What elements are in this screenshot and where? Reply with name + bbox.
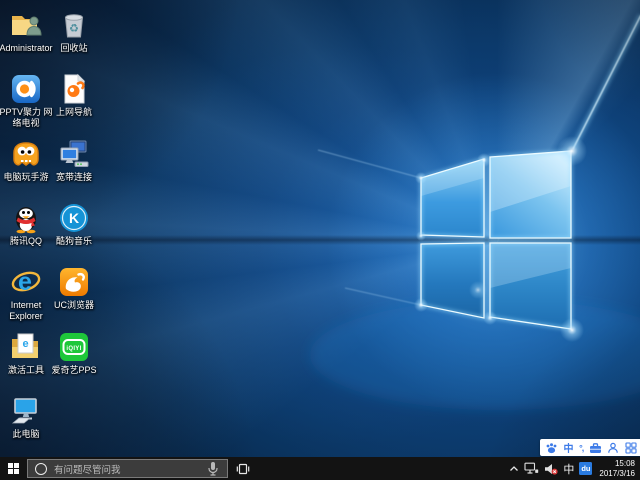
svg-text:e: e bbox=[18, 268, 32, 296]
desktop-icon-label: UC浏览器 bbox=[54, 300, 94, 311]
ime-chinese-mode-toggle[interactable]: 中 bbox=[563, 440, 573, 455]
volume-muted-icon bbox=[544, 463, 558, 475]
uc-browser-icon bbox=[57, 265, 91, 299]
ime-toolbar: 中 °, bbox=[540, 439, 640, 456]
user-folder-icon bbox=[9, 8, 43, 42]
desktop-icon-this-pc[interactable]: 此电脑 bbox=[0, 394, 54, 440]
desktop-icon-web-nav[interactable]: 上网导航 bbox=[46, 72, 102, 118]
system-tray: 中 du 15:08 2017/3/16 bbox=[509, 457, 640, 480]
ime-toolbox-icon[interactable] bbox=[589, 442, 602, 454]
desktop-icon-label: 电脑玩手游 bbox=[3, 172, 48, 183]
task-view-button[interactable] bbox=[228, 457, 258, 480]
internet-explorer-icon: e bbox=[9, 265, 43, 299]
this-pc-icon bbox=[9, 394, 43, 428]
desktop-icon-broadband[interactable]: 宽带连接 bbox=[46, 137, 102, 183]
svg-text:♻: ♻ bbox=[69, 23, 79, 35]
desktop-icon-iqiyi[interactable]: iQIYI 爱奇艺PPS bbox=[46, 330, 102, 376]
taskbar: 有问题尽管问我 bbox=[0, 457, 640, 480]
volume-button[interactable] bbox=[544, 463, 558, 475]
desktop-icon-label: 酷狗音乐 bbox=[56, 236, 92, 247]
search-placeholder-text: 有问题尽管问我 bbox=[54, 462, 206, 476]
desktop-icon-label: Administrator bbox=[0, 43, 53, 54]
svg-text:e: e bbox=[22, 338, 28, 350]
network-icon bbox=[524, 462, 539, 475]
ime-apps-grid-icon[interactable] bbox=[625, 442, 637, 454]
desktop-icon-label: 回收站 bbox=[60, 43, 87, 54]
tray-date: 2017/3/16 bbox=[599, 469, 635, 479]
game-monster-icon bbox=[9, 137, 43, 171]
desktop-icon-label: 激活工具 bbox=[8, 365, 44, 376]
chevron-up-icon bbox=[509, 465, 519, 473]
tray-expand-button[interactable] bbox=[509, 465, 519, 473]
desktop-icon-label: 此电脑 bbox=[12, 429, 39, 440]
cortana-icon bbox=[35, 463, 47, 475]
ime-punctuation-toggle[interactable]: °, bbox=[579, 443, 583, 453]
desktop-icon-label: 爱奇艺PPS bbox=[51, 365, 96, 376]
baidu-ime-logo-icon[interactable] bbox=[545, 442, 558, 454]
tray-input-mode-indicator[interactable]: 中 bbox=[563, 461, 574, 477]
taskbar-search-box[interactable]: 有问题尽管问我 bbox=[27, 459, 228, 478]
activation-tool-icon: e bbox=[9, 330, 43, 364]
microphone-icon[interactable] bbox=[206, 461, 220, 477]
desktop-icon-label: 宽带连接 bbox=[56, 172, 92, 183]
qq-penguin-icon bbox=[9, 201, 43, 235]
desktop-icon-uc-browser[interactable]: UC浏览器 bbox=[46, 265, 102, 311]
web-nav-icon bbox=[57, 72, 91, 106]
task-view-icon bbox=[236, 463, 250, 475]
svg-text:iQIYI: iQIYI bbox=[66, 346, 81, 352]
desktop-icon-kugou[interactable]: K 酷狗音乐 bbox=[46, 201, 102, 247]
desktop-icon-recycle-bin[interactable]: ♻ 回收站 bbox=[46, 8, 102, 54]
start-button[interactable] bbox=[0, 457, 26, 480]
broadband-connection-icon bbox=[57, 137, 91, 171]
desktop-icon-label: 腾讯QQ bbox=[10, 236, 42, 247]
svg-text:K: K bbox=[69, 210, 79, 226]
ime-account-icon[interactable] bbox=[607, 442, 619, 454]
desktop-icon-label: 上网导航 bbox=[56, 107, 92, 118]
desktop: Administrator ♻ 回收站 PPTV聚力 网络电视 上网导航 bbox=[0, 0, 640, 457]
network-status-button[interactable] bbox=[524, 462, 539, 475]
tray-clock[interactable]: 15:08 2017/3/16 bbox=[599, 459, 635, 478]
kugou-music-icon: K bbox=[57, 201, 91, 235]
baidu-ime-tray-badge[interactable]: du bbox=[579, 462, 592, 475]
tray-time: 15:08 bbox=[599, 459, 635, 469]
iqiyi-icon: iQIYI bbox=[57, 330, 91, 364]
windows-start-icon bbox=[8, 463, 19, 474]
recycle-bin-icon: ♻ bbox=[57, 8, 91, 42]
pptv-icon bbox=[9, 72, 43, 106]
